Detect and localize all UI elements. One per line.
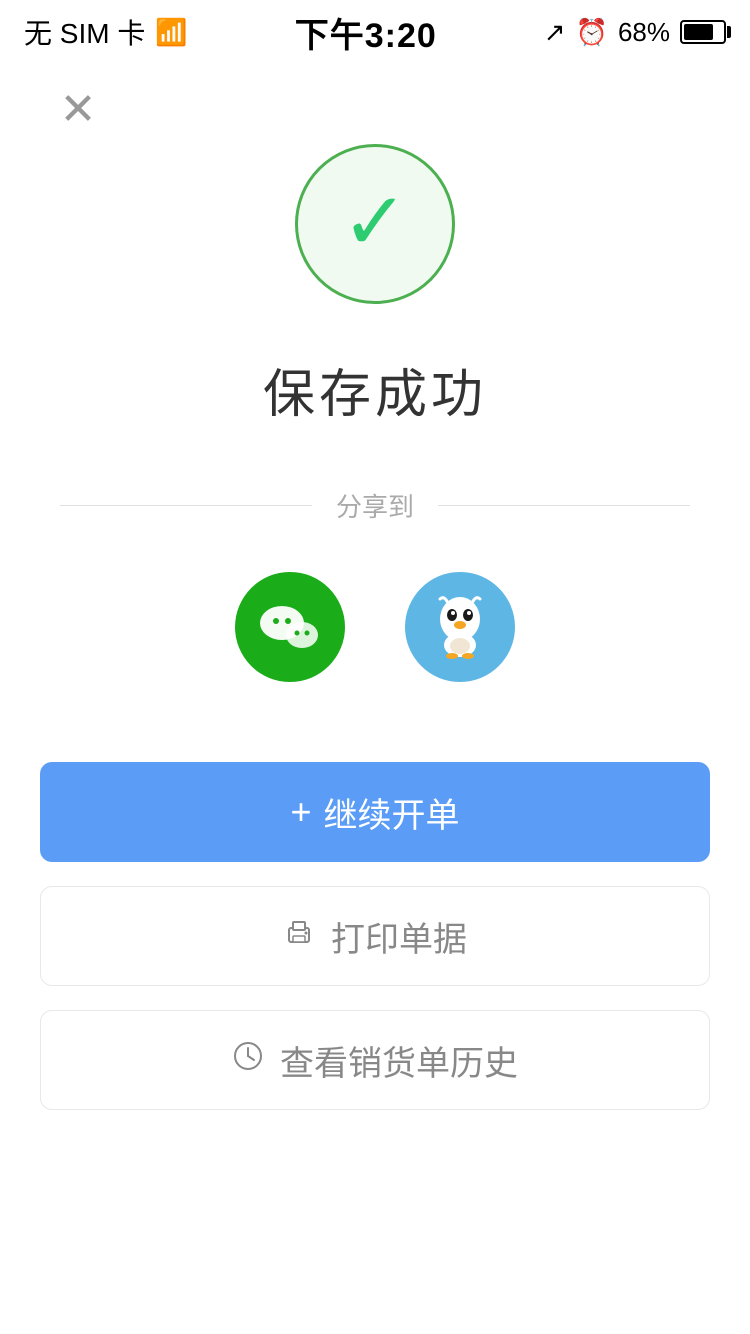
- wifi-icon: 📶: [155, 17, 187, 48]
- continue-label: 继续开单: [324, 788, 460, 837]
- status-right: ↗ ⏰ 68%: [544, 17, 726, 48]
- success-circle: ✓: [295, 144, 455, 304]
- location-icon: ↗: [544, 17, 566, 48]
- print-label: 打印单据: [331, 912, 467, 961]
- status-bar: 无 SIM 卡 📶 下午3:20 ↗ ⏰ 68%: [0, 0, 750, 64]
- divider-line-left: [60, 505, 312, 506]
- plus-icon: +: [290, 791, 311, 833]
- history-button[interactable]: 查看销货单历史: [40, 1010, 710, 1110]
- divider-line-right: [438, 505, 690, 506]
- no-sim-text: 无 SIM 卡: [24, 12, 145, 52]
- status-left: 无 SIM 卡 📶: [24, 12, 188, 52]
- main-content: ✓ 保存成功 分享到: [0, 64, 750, 1110]
- status-time: 下午3:20: [295, 8, 437, 57]
- battery-icon: [680, 20, 726, 44]
- wechat-icon: [256, 593, 324, 661]
- continue-button[interactable]: + 继续开单: [40, 762, 710, 862]
- clock-icon: [232, 1040, 264, 1080]
- share-icons-container: [235, 572, 515, 682]
- share-divider: 分享到: [0, 487, 750, 524]
- printer-icon: [283, 916, 315, 956]
- close-icon: ✕: [60, 88, 97, 132]
- success-title: 保存成功: [263, 352, 487, 427]
- battery-percent: 68%: [618, 17, 670, 48]
- alarm-icon: ⏰: [576, 17, 608, 48]
- checkmark-icon: ✓: [341, 182, 408, 262]
- action-buttons-container: + 继续开单 打印单据: [0, 762, 750, 1110]
- print-button[interactable]: 打印单据: [40, 886, 710, 986]
- wechat-share-button[interactable]: [235, 572, 345, 682]
- close-button[interactable]: ✕: [48, 80, 108, 140]
- history-label: 查看销货单历史: [280, 1036, 518, 1085]
- share-label: 分享到: [312, 487, 438, 524]
- qq-share-button[interactable]: [405, 572, 515, 682]
- qq-icon: [430, 593, 490, 661]
